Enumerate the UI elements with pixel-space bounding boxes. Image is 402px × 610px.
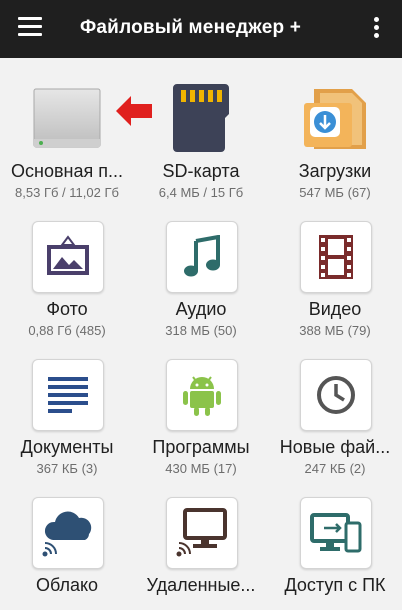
- clock-icon: [317, 376, 355, 414]
- item-label: Документы: [20, 437, 114, 457]
- app-title: Файловый менеджер +: [80, 17, 302, 38]
- grid-item-downloads[interactable]: Загрузки 547 МБ (67): [268, 58, 402, 200]
- item-label: Облако: [35, 575, 99, 595]
- item-label: Программы: [152, 437, 250, 457]
- photo-icon: [47, 235, 89, 275]
- documents-tile: [32, 359, 104, 431]
- document-icon: [48, 377, 88, 413]
- more-options-icon[interactable]: [374, 17, 380, 39]
- network-icon: [42, 542, 57, 557]
- sd-card-icon: [166, 83, 236, 153]
- grid-item-photo[interactable]: Фото 0,88 Гб (485): [0, 196, 134, 338]
- remote-tile: [166, 497, 238, 569]
- video-tile: [300, 221, 372, 293]
- item-label: Аудио: [175, 299, 227, 319]
- cloud-icon: [42, 511, 92, 557]
- new-files-tile: [300, 359, 372, 431]
- item-label: Загрузки: [298, 161, 372, 181]
- audio-tile: [166, 221, 238, 293]
- grid-item-pc-access[interactable]: Доступ с ПК: [268, 472, 402, 610]
- item-label: Удаленные...: [146, 575, 256, 595]
- grid-item-audio[interactable]: Аудио 318 МБ (50): [134, 196, 268, 338]
- pc-access-icon: [310, 513, 362, 553]
- app-bar: Файловый менеджер +: [0, 0, 402, 58]
- storage-grid: Основная п... 8,53 Гб / 11,02 Гб SD-карт…: [0, 58, 402, 608]
- cloud-tile: [32, 497, 104, 569]
- photo-tile: [32, 221, 104, 293]
- android-icon: [183, 376, 221, 416]
- hard-drive-icon: [32, 83, 102, 153]
- remote-monitor-icon: [176, 508, 227, 557]
- grid-item-sd-card[interactable]: SD-карта 6,4 МБ / 15 Гб: [134, 58, 268, 200]
- item-label: Доступ с ПК: [284, 575, 386, 595]
- grid-item-internal-storage[interactable]: Основная п... 8,53 Гб / 11,02 Гб: [0, 58, 152, 200]
- programs-tile: [166, 359, 238, 431]
- film-icon: [319, 235, 353, 279]
- item-label: Основная п...: [11, 161, 123, 181]
- item-label: Новые фай...: [279, 437, 391, 457]
- grid-item-remote[interactable]: Удаленные...: [134, 472, 268, 610]
- grid-item-new-files[interactable]: Новые фай... 247 КБ (2): [268, 334, 402, 476]
- grid-item-programs[interactable]: Программы 430 МБ (17): [134, 334, 268, 476]
- item-label: SD-карта: [162, 161, 240, 181]
- music-note-icon: [184, 235, 220, 277]
- item-label: Фото: [46, 299, 88, 319]
- grid-item-cloud[interactable]: Облако: [0, 472, 134, 610]
- pc-access-tile: [300, 497, 372, 569]
- grid-item-video[interactable]: Видео 388 МБ (79): [268, 196, 402, 338]
- grid-item-documents[interactable]: Документы 367 КБ (3): [0, 334, 134, 476]
- item-label: Видео: [308, 299, 362, 319]
- menu-icon[interactable]: [18, 17, 42, 39]
- downloads-folder-icon: [300, 83, 370, 153]
